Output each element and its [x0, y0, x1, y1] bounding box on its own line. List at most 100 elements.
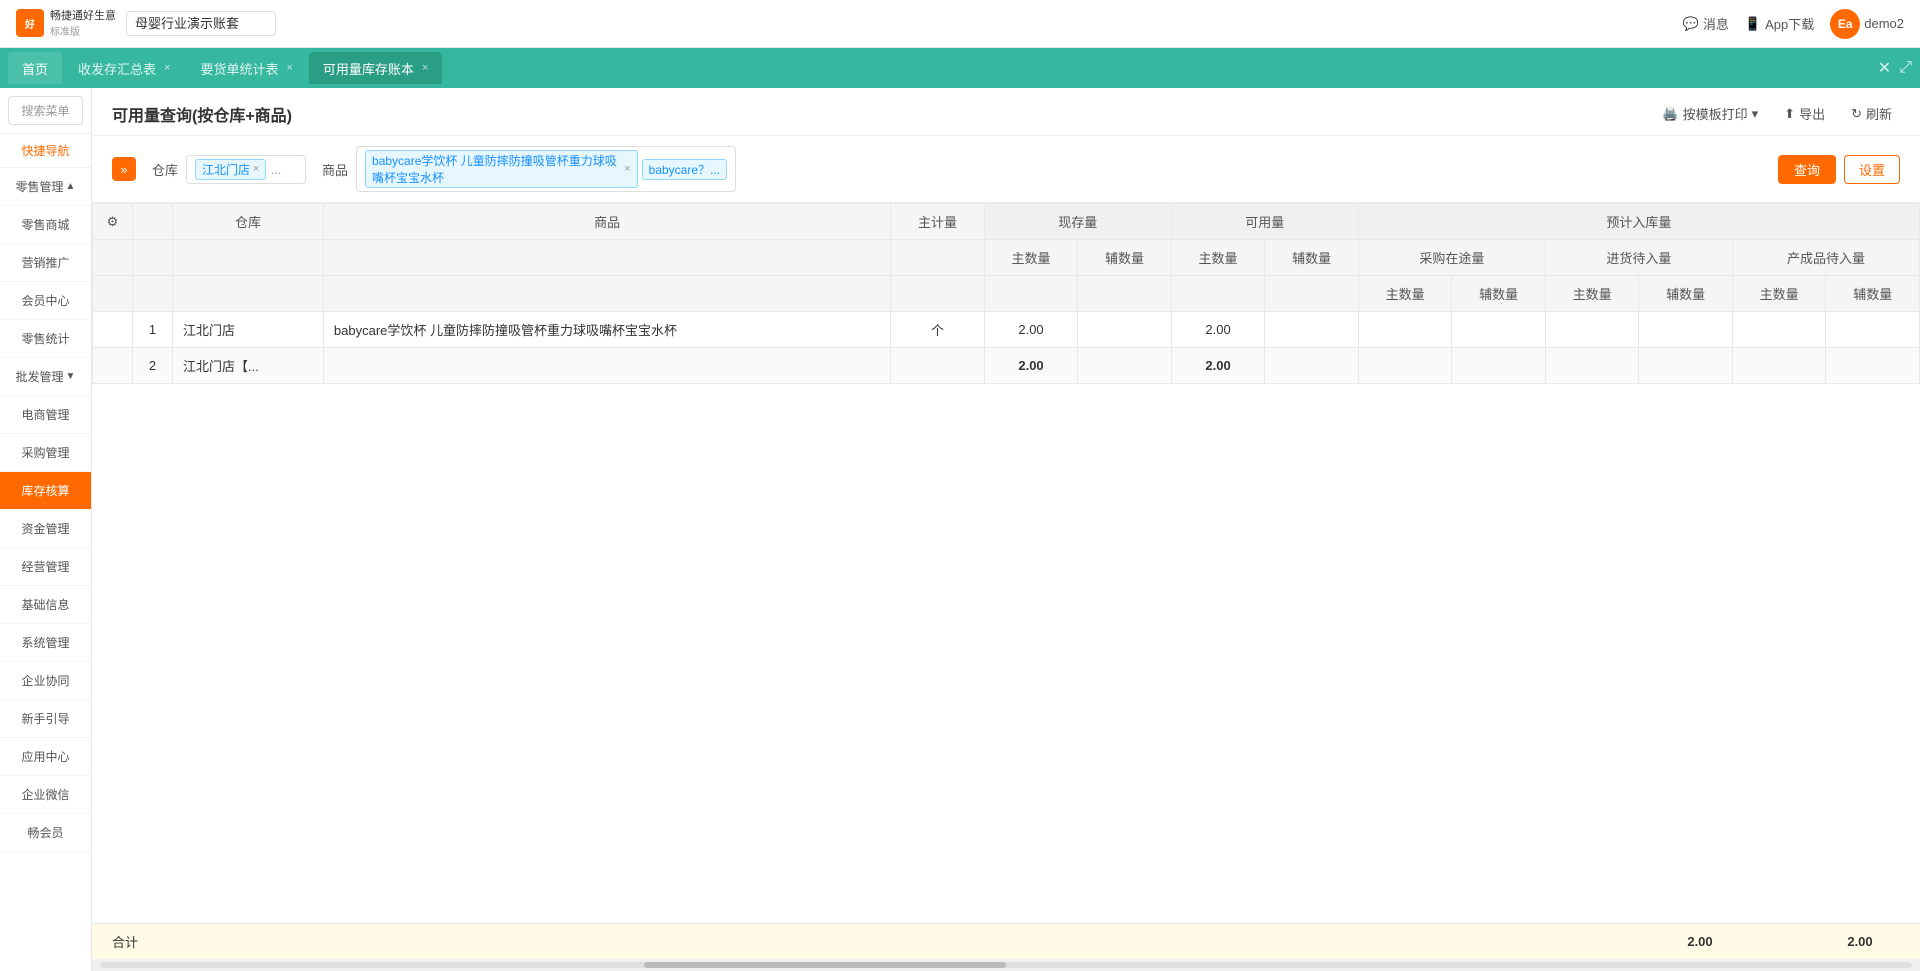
th-product-sub [323, 240, 890, 276]
chevron-down-icon-print: ▾ [1752, 106, 1759, 122]
warehouse-more[interactable]: ... [270, 162, 281, 177]
content-area: 可用量查询(按仓库+商品) 🖨️ 按模板打印 ▾ ⬆ 导出 ↻ 刷新 [92, 88, 1920, 971]
horizontal-scrollbar[interactable] [92, 959, 1920, 971]
filter-bar: » 仓库 江北门店 × ... 商品 babycare学饮杯 儿童防摔防撞吸管杯… [92, 136, 1920, 203]
export-icon: ⬆ [1784, 106, 1795, 122]
expand-btn[interactable]: ⤢ [1899, 59, 1912, 77]
settings-icon[interactable]: ⚙ [107, 214, 119, 229]
th-warehouse-sub [173, 240, 324, 276]
th-main-unit: 主计量 [891, 204, 985, 240]
warehouse-tag-remove[interactable]: × [253, 163, 259, 175]
summary-available-main: 2.00 [1820, 934, 1900, 949]
sidebar-item-wholesale-mgmt[interactable]: 批发管理 ▼ [0, 358, 91, 396]
sidebar-item-purchase-mgmt[interactable]: 采购管理 [0, 434, 91, 472]
th-cur-main-3 [984, 276, 1078, 312]
th-available-main: 主数量 [1171, 240, 1265, 276]
sidebar-item-inventory-check[interactable]: 库存核算 [0, 472, 91, 510]
tab-available-stock[interactable]: 可用量库存账本 × [309, 52, 442, 84]
logo-icon: 好 [16, 9, 44, 37]
td-product-2 [323, 348, 890, 384]
sidebar-item-ops-mgmt[interactable]: 经营管理 [0, 548, 91, 586]
nav-tabs-right: ✕ ⤢ [1878, 58, 1920, 78]
chevron-down-icon-2: ▼ [66, 371, 76, 382]
top-bar-left: 好 畅捷通好生意 标准版 母婴行业演示账套 [16, 9, 276, 38]
sidebar-item-retail-mgmt[interactable]: 零售管理 ▲ [0, 168, 91, 206]
warehouse-filter-group: 仓库 江北门店 × ... [152, 155, 306, 184]
avatar: Ea [1830, 9, 1860, 39]
sidebar-item-enterprise-wechat[interactable]: 企业微信 [0, 776, 91, 814]
th-settings-3 [93, 276, 133, 312]
sidebar-item-basic-info[interactable]: 基础信息 [0, 586, 91, 624]
message-icon: 💬 [1683, 16, 1699, 32]
tab-available-stock-close[interactable]: × [422, 62, 428, 74]
top-bar-right: 💬 消息 📱 App下载 Ea demo2 [1683, 9, 1904, 39]
td-inc-aux-1 [1639, 312, 1733, 348]
sidebar-item-enterprise-collab[interactable]: 企业协同 [0, 662, 91, 700]
th-available-aux: 辅数量 [1265, 240, 1359, 276]
print-btn[interactable]: 🖨️ 按模板打印 ▾ [1654, 100, 1766, 127]
warehouse-tag: 江北门店 × [195, 159, 266, 180]
th-purchase-main: 主数量 [1358, 276, 1452, 312]
product-label: 商品 [322, 160, 348, 179]
th-purchase-group: 采购在途量 [1358, 240, 1545, 276]
sidebar-item-finance-mgmt[interactable]: 资金管理 [0, 510, 91, 548]
sidebar-item-member-center[interactable]: 会员中心 [0, 282, 91, 320]
main-layout: 搜索菜单 快捷导航 零售管理 ▲ 零售商城 营销推广 会员中心 零售统计 批发管… [0, 88, 1920, 971]
td-pro-main-2 [1732, 348, 1826, 384]
th-num-sub [133, 240, 173, 276]
print-icon: 🖨️ [1662, 106, 1678, 122]
tab-home[interactable]: 首页 [8, 52, 62, 84]
th-production-main: 主数量 [1732, 276, 1826, 312]
summary-current-main: 2.00 [1660, 934, 1740, 949]
quick-nav-btn[interactable]: 快捷导航 [0, 134, 91, 168]
close-all-tabs-btn[interactable]: ✕ [1878, 58, 1891, 78]
product-tag1-remove[interactable]: × [624, 163, 630, 175]
industry-select[interactable]: 母婴行业演示账套 [126, 11, 276, 36]
sidebar-item-ecommerce-mgmt[interactable]: 电商管理 [0, 396, 91, 434]
th-main-unit-sub [891, 240, 985, 276]
td-pur-aux-1 [1452, 312, 1546, 348]
td-cur-main-1: 2.00 [984, 312, 1078, 348]
logo-area: 好 畅捷通好生意 标准版 [16, 9, 116, 38]
tab-receivable[interactable]: 收发存汇总表 × [64, 52, 184, 84]
warehouse-tag-container[interactable]: 江北门店 × ... [186, 155, 306, 184]
td-num-1: 1 [133, 312, 173, 348]
product-tag-1: babycare学饮杯 儿童防摔防撞吸管杯重力球吸嘴杯宝宝水杯 × [365, 150, 638, 188]
sidebar-item-marketing[interactable]: 营销推广 [0, 244, 91, 282]
sidebar-item-system-mgmt[interactable]: 系统管理 [0, 624, 91, 662]
tab-receivable-close[interactable]: × [164, 62, 170, 74]
tab-order-stats[interactable]: 要货单统计表 × [186, 52, 306, 84]
th-purchase-aux: 辅数量 [1452, 276, 1546, 312]
sidebar-item-new-guide[interactable]: 新手引导 [0, 700, 91, 738]
th-current-aux: 辅数量 [1078, 240, 1172, 276]
td-avl-main-1: 2.00 [1171, 312, 1265, 348]
search-menu-btn[interactable]: 搜索菜单 [8, 96, 83, 125]
sidebar-item-retail-mall[interactable]: 零售商城 [0, 206, 91, 244]
industry-selector[interactable]: 母婴行业演示账套 [126, 11, 276, 36]
td-inc-aux-2 [1639, 348, 1733, 384]
th-settings: ⚙ [93, 204, 133, 240]
td-pro-main-1 [1732, 312, 1826, 348]
export-btn[interactable]: ⬆ 导出 [1776, 100, 1833, 127]
settings-btn[interactable]: 设置 [1844, 155, 1900, 184]
download-btn[interactable]: 📱 App下载 [1745, 14, 1814, 33]
scrollbar-thumb[interactable] [644, 962, 1006, 968]
query-btn[interactable]: 查询 [1778, 155, 1836, 184]
message-btn[interactable]: 💬 消息 [1683, 14, 1729, 33]
sidebar-search-area: 搜索菜单 [0, 88, 91, 134]
th-incoming-aux: 辅数量 [1639, 276, 1733, 312]
product-tag-container[interactable]: babycare学饮杯 儿童防摔防撞吸管杯重力球吸嘴杯宝宝水杯 × babyca… [356, 146, 736, 192]
td-avl-aux-1 [1265, 312, 1359, 348]
sidebar-item-app-center[interactable]: 应用中心 [0, 738, 91, 776]
td-pur-main-2 [1358, 348, 1452, 384]
user-area[interactable]: Ea demo2 [1830, 9, 1904, 39]
sidebar-item-member[interactable]: 畅会员 [0, 814, 91, 852]
filter-actions: 查询 设置 [1778, 155, 1900, 184]
td-pur-aux-2 [1452, 348, 1546, 384]
sidebar-item-retail-stats[interactable]: 零售统计 [0, 320, 91, 358]
td-num-2: 2 [133, 348, 173, 384]
filter-toggle-btn[interactable]: » [112, 157, 136, 181]
td-warehouse-1: 江北门店 [173, 312, 324, 348]
refresh-btn[interactable]: ↻ 刷新 [1843, 100, 1900, 127]
tab-order-stats-close[interactable]: × [286, 62, 292, 74]
